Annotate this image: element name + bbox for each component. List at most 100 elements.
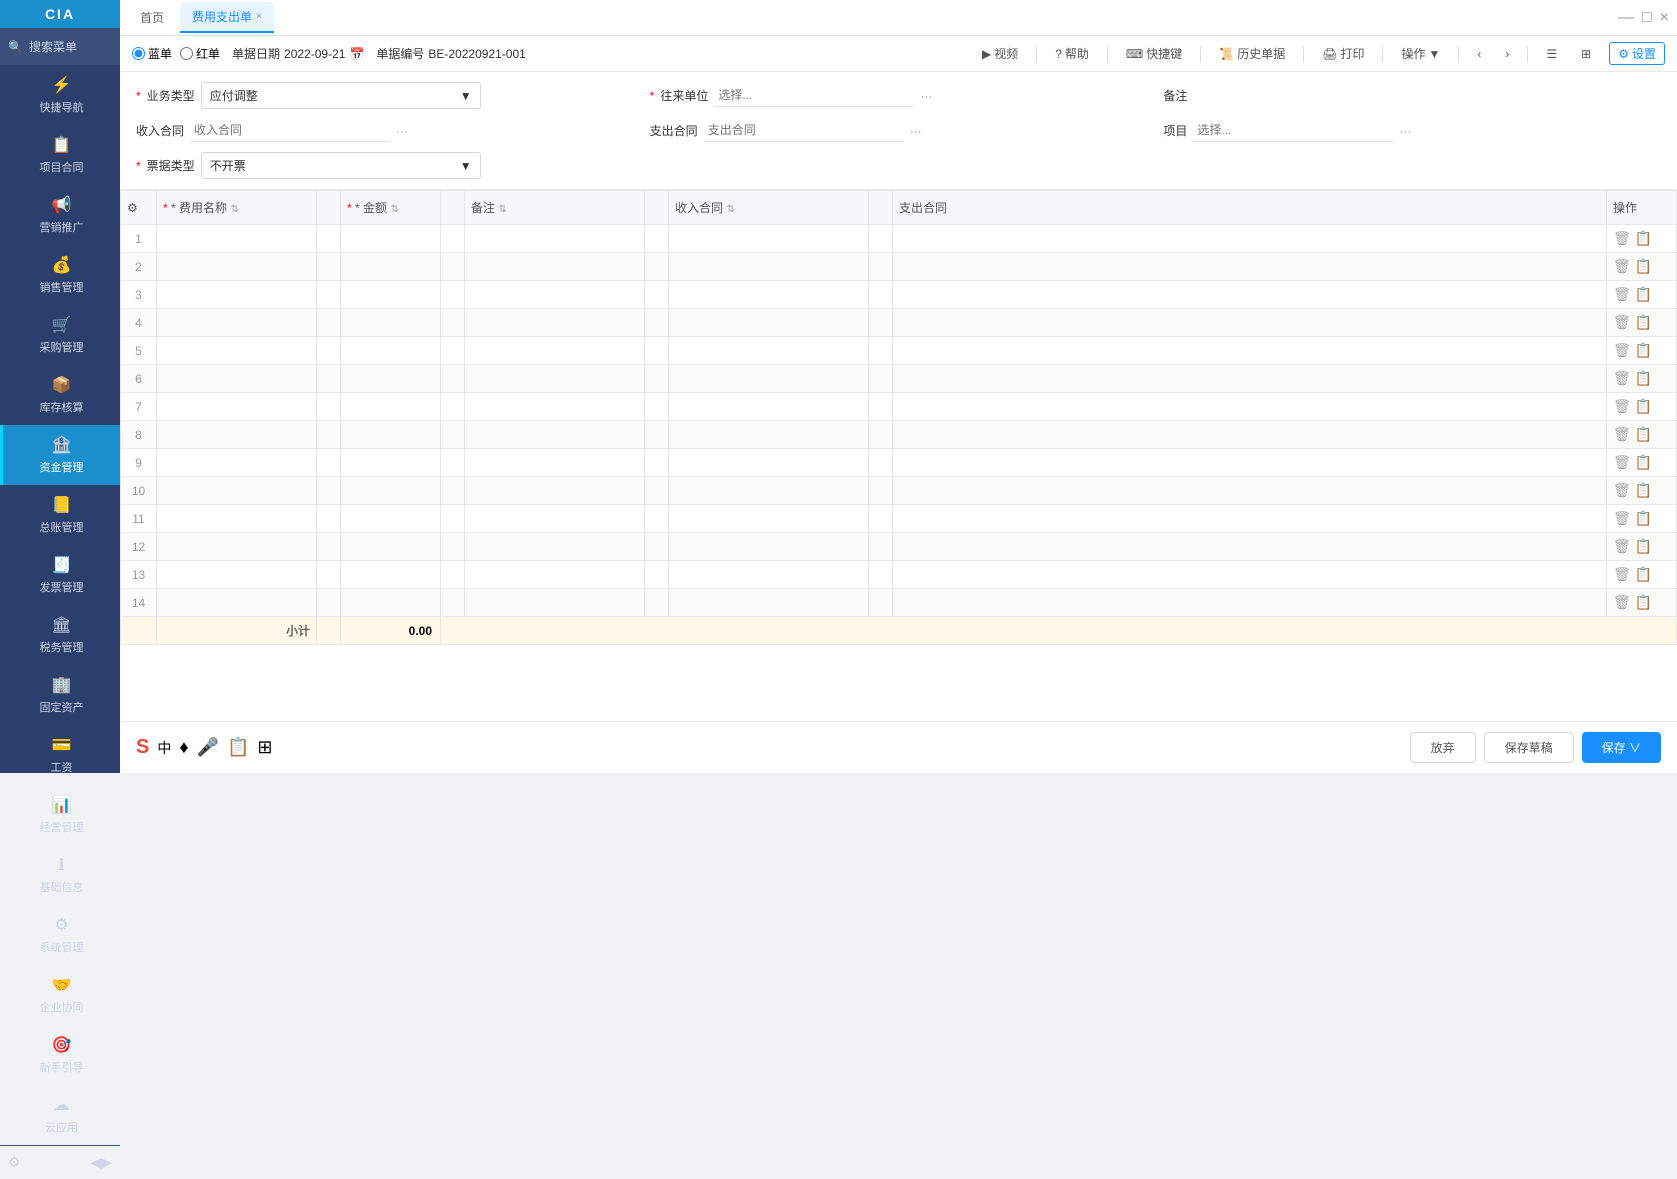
amount-cell[interactable] xyxy=(341,365,441,393)
remark-cell[interactable] xyxy=(465,421,645,449)
copy-icon[interactable]: 📋 xyxy=(1635,314,1652,331)
expense-contract-input[interactable] xyxy=(704,119,904,142)
project-input[interactable] xyxy=(1193,119,1393,142)
delete-icon[interactable]: 🗑 xyxy=(1613,398,1631,415)
copy-icon[interactable]: 📋 xyxy=(1635,370,1652,387)
save-button[interactable]: 保存 ∨ xyxy=(1582,732,1661,763)
amount-cell[interactable] xyxy=(341,505,441,533)
expense-name-cell[interactable] xyxy=(157,309,317,337)
history-btn[interactable]: 📜 历史单据 xyxy=(1213,43,1291,64)
tab-home[interactable]: 首页 xyxy=(128,3,176,32)
amount-cell[interactable] xyxy=(341,561,441,589)
remark-cell[interactable] xyxy=(465,225,645,253)
sort-icon-4[interactable]: ⇅ xyxy=(726,204,734,215)
amount-cell[interactable] xyxy=(341,421,441,449)
sidebar-item-sales[interactable]: 💰 销售管理 xyxy=(0,245,120,305)
remark-cell[interactable] xyxy=(465,253,645,281)
income-contract-cell[interactable] xyxy=(669,253,869,281)
delete-icon[interactable]: 🗑 xyxy=(1613,454,1631,471)
sort-icon-1[interactable]: ⇅ xyxy=(230,204,238,215)
remark-cell[interactable] xyxy=(465,477,645,505)
income-contract-cell[interactable] xyxy=(669,281,869,309)
print-btn[interactable]: 🖨 打印 xyxy=(1316,43,1370,64)
copy-icon[interactable]: 📋 xyxy=(1635,426,1652,443)
expense-name-cell[interactable] xyxy=(157,337,317,365)
income-contract-cell[interactable] xyxy=(669,337,869,365)
amount-cell[interactable] xyxy=(341,225,441,253)
sidebar-item-inventory[interactable]: 📦 库存核算 xyxy=(0,365,120,425)
amount-cell[interactable] xyxy=(341,589,441,617)
expense-contract-cell[interactable] xyxy=(893,281,1607,309)
income-contract-cell[interactable] xyxy=(669,533,869,561)
expense-name-cell[interactable] xyxy=(157,561,317,589)
radio-blue-label[interactable]: 蓝单 xyxy=(132,45,172,62)
delete-icon[interactable]: 🗑 xyxy=(1613,342,1631,359)
settings-footer-icon[interactable]: ⚙ xyxy=(8,1154,21,1171)
copy-icon[interactable]: 📋 xyxy=(1635,566,1652,583)
footer-icon-zh[interactable]: 中 xyxy=(157,738,171,758)
delete-icon[interactable]: 🗑 xyxy=(1613,230,1631,247)
sidebar-item-system[interactable]: ⚙ 系统管理 xyxy=(0,905,120,965)
remark-cell[interactable] xyxy=(465,393,645,421)
delete-icon[interactable]: 🗑 xyxy=(1613,258,1631,275)
income-contract-cell[interactable] xyxy=(669,561,869,589)
remark-cell[interactable] xyxy=(465,589,645,617)
copy-icon[interactable]: 📋 xyxy=(1635,454,1652,471)
remark-cell[interactable] xyxy=(465,309,645,337)
income-contract-cell[interactable] xyxy=(669,225,869,253)
delete-icon[interactable]: 🗑 xyxy=(1613,426,1631,443)
sidebar-search[interactable]: 🔍 搜索菜单 xyxy=(0,28,120,65)
expense-name-cell[interactable] xyxy=(157,421,317,449)
sidebar-item-operations[interactable]: 📊 经营管理 xyxy=(0,785,120,845)
expense-name-cell[interactable] xyxy=(157,477,317,505)
sidebar-item-capital[interactable]: 🏦 资金管理 xyxy=(0,425,120,485)
maximize-icon[interactable]: □ xyxy=(1642,9,1652,27)
remark-cell[interactable] xyxy=(465,449,645,477)
radio-red-input[interactable] xyxy=(180,47,193,60)
minimize-icon[interactable]: — xyxy=(1618,9,1634,27)
expense-contract-cell[interactable] xyxy=(893,393,1607,421)
radio-blue-input[interactable] xyxy=(132,47,145,60)
tab-expense[interactable]: 费用支出单 × xyxy=(180,2,274,33)
copy-icon[interactable]: 📋 xyxy=(1635,230,1652,247)
project-more-icon[interactable]: ··· xyxy=(1399,124,1411,138)
save-draft-button[interactable]: 保存草稿 xyxy=(1484,732,1574,763)
sidebar-item-invoice[interactable]: 🧾 发票管理 xyxy=(0,545,120,605)
expense-contract-cell[interactable] xyxy=(893,225,1607,253)
remark-cell[interactable] xyxy=(465,505,645,533)
amount-cell[interactable] xyxy=(341,393,441,421)
expense-contract-cell[interactable] xyxy=(893,365,1607,393)
amount-cell[interactable] xyxy=(341,253,441,281)
copy-icon[interactable]: 📋 xyxy=(1635,258,1652,275)
income-contract-cell[interactable] xyxy=(669,421,869,449)
sidebar-item-quick-nav[interactable]: ⚡ 快捷导航 xyxy=(0,65,120,125)
delete-icon[interactable]: 🗑 xyxy=(1613,538,1631,555)
amount-cell[interactable] xyxy=(341,337,441,365)
expense-name-cell[interactable] xyxy=(157,365,317,393)
expense-contract-cell[interactable] xyxy=(893,533,1607,561)
copy-icon[interactable]: 📋 xyxy=(1635,538,1652,555)
sort-icon-3[interactable]: ⇅ xyxy=(498,204,506,215)
expense-name-cell[interactable] xyxy=(157,253,317,281)
grid-view-btn[interactable]: ⊞ xyxy=(1575,45,1597,63)
income-contract-cell[interactable] xyxy=(669,589,869,617)
amount-cell[interactable] xyxy=(341,449,441,477)
expense-name-cell[interactable] xyxy=(157,393,317,421)
expense-contract-cell[interactable] xyxy=(893,309,1607,337)
sidebar-item-accounting[interactable]: 📒 总账管理 xyxy=(0,485,120,545)
sidebar-item-marketing[interactable]: 📢 营销推广 xyxy=(0,185,120,245)
expense-name-cell[interactable] xyxy=(157,225,317,253)
expense-name-cell[interactable] xyxy=(157,589,317,617)
list-view-btn[interactable]: ☰ xyxy=(1540,45,1563,63)
expense-contract-cell[interactable] xyxy=(893,449,1607,477)
remark-cell[interactable] xyxy=(465,365,645,393)
expense-name-cell[interactable] xyxy=(157,449,317,477)
prev-btn[interactable]: ‹ xyxy=(1471,45,1487,63)
expense-name-cell[interactable] xyxy=(157,505,317,533)
footer-icon-grid[interactable]: ⊞ xyxy=(257,737,272,758)
remark-cell[interactable] xyxy=(465,561,645,589)
sidebar-item-project-contract[interactable]: 📋 项目合同 xyxy=(0,125,120,185)
copy-icon[interactable]: 📋 xyxy=(1635,342,1652,359)
delete-icon[interactable]: 🗑 xyxy=(1613,286,1631,303)
footer-icon-clipboard[interactable]: 📋 xyxy=(227,737,249,758)
